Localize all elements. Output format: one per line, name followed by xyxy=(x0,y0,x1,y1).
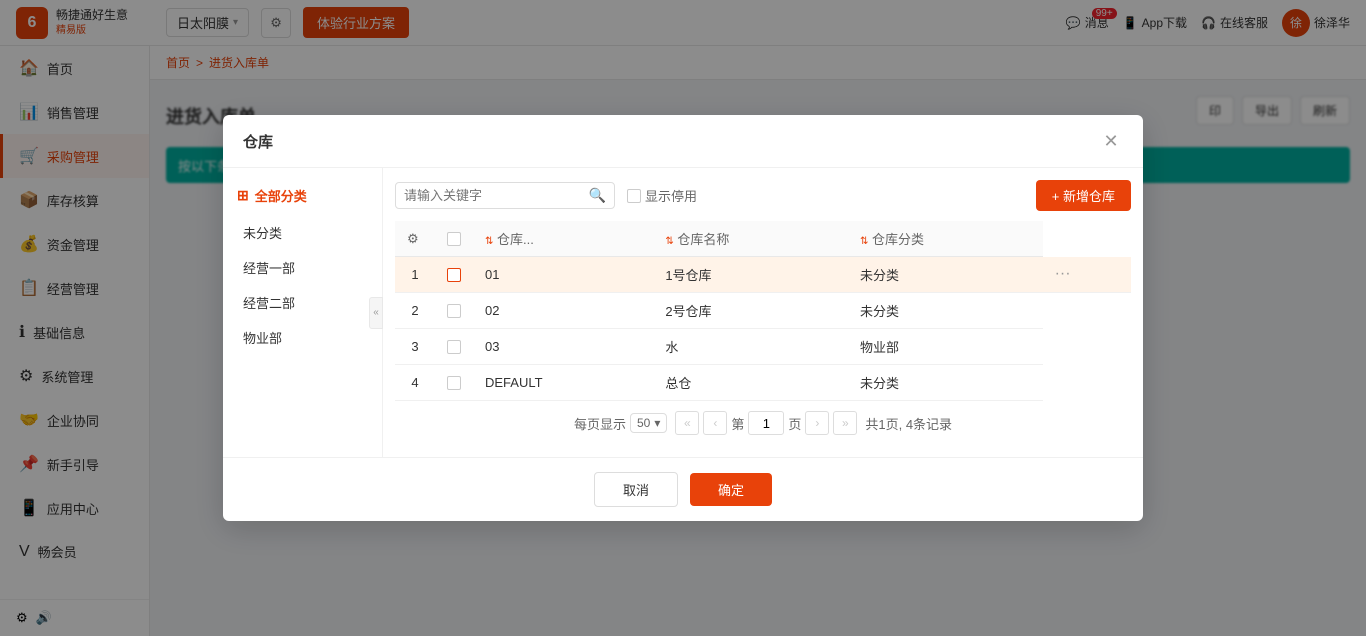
add-warehouse-button[interactable]: + 新增仓库 xyxy=(1036,180,1131,211)
row-category: 物业部 xyxy=(848,329,1043,365)
row-checkbox[interactable] xyxy=(435,365,473,401)
grid-icon: ⊞ xyxy=(237,187,249,204)
per-page-selector[interactable]: 50 ▾ xyxy=(630,413,667,433)
category-panel: ⊞ 全部分类 未分类 经营一部 经营二部 物业部 « xyxy=(223,168,383,457)
search-icon[interactable]: 🔍 xyxy=(589,187,606,204)
row-index: 4 xyxy=(395,365,435,401)
table-panel: 🔍 显示停用 + 新增仓库 ⚙ ⇅ 仓库... xyxy=(383,168,1143,457)
th-category-label: 仓库分类 xyxy=(872,232,924,247)
first-page-button[interactable]: « xyxy=(675,411,699,435)
prev-page-button[interactable]: ‹ xyxy=(703,411,727,435)
category-all[interactable]: ⊞ 全部分类 xyxy=(223,180,382,215)
dialog-body: ⊞ 全部分类 未分类 经营一部 经营二部 物业部 « 🔍 显示停用 xyxy=(223,168,1143,457)
row-code: 02 xyxy=(473,293,653,329)
row-code: DEFAULT xyxy=(473,365,653,401)
row-code: 03 xyxy=(473,329,653,365)
th-warehouse-code: ⇅ 仓库... xyxy=(473,221,653,257)
page-navigation: « ‹ 第 页 › » xyxy=(675,411,857,435)
row-category: 未分类 xyxy=(848,365,1043,401)
row-index: 2 xyxy=(395,293,435,329)
row-index: 3 xyxy=(395,329,435,365)
sort-icon-category: ⇅ xyxy=(860,236,868,247)
category-item-ops2[interactable]: 经营二部 xyxy=(223,285,382,320)
table-row[interactable]: 4 DEFAULT 总仓 未分类 xyxy=(395,365,1131,401)
th-code-label: 仓库... xyxy=(497,232,534,247)
row-category: 未分类 xyxy=(848,257,1043,293)
row-name: 1号仓库 xyxy=(653,257,848,293)
show-disabled-checkbox[interactable] xyxy=(627,189,641,203)
dialog-title: 仓库 xyxy=(243,131,273,152)
per-page-value: 50 xyxy=(637,416,650,430)
row-more-button[interactable]: ··· xyxy=(1055,265,1071,282)
show-disabled-text: 显示停用 xyxy=(645,186,697,205)
dialog-header: 仓库 ✕ xyxy=(223,115,1143,168)
row-name: 水 xyxy=(653,329,848,365)
show-disabled-label[interactable]: 显示停用 xyxy=(627,186,697,205)
page-unit: 页 xyxy=(788,414,801,433)
category-item-unclassified[interactable]: 未分类 xyxy=(223,215,382,250)
category-all-label: 全部分类 xyxy=(255,186,307,205)
row-code: 01 xyxy=(473,257,653,293)
category-item-ops1[interactable]: 经营一部 xyxy=(223,250,382,285)
row-index: 1 xyxy=(395,257,435,293)
sort-icon-name: ⇅ xyxy=(665,236,673,247)
dialog-footer: 取消 确定 xyxy=(223,457,1143,521)
chevron-down-icon-page: ▾ xyxy=(654,416,660,430)
th-name-label: 仓库名称 xyxy=(677,232,729,247)
warehouse-table: ⚙ ⇅ 仓库... ⇅ 仓库名称 ⇅ 仓库分类 xyxy=(395,221,1131,401)
category-item-property[interactable]: 物业部 xyxy=(223,320,382,355)
row-checkbox[interactable] xyxy=(435,257,473,293)
page-size-select: 每页显示 50 ▾ xyxy=(574,413,667,433)
sort-icon-code: ⇅ xyxy=(485,236,493,247)
row-category: 未分类 xyxy=(848,293,1043,329)
row-name: 总仓 xyxy=(653,365,848,401)
table-row[interactable]: 2 02 2号仓库 未分类 xyxy=(395,293,1131,329)
search-input[interactable] xyxy=(404,188,589,203)
table-row[interactable]: 3 03 水 物业部 xyxy=(395,329,1131,365)
dialog-close-button[interactable]: ✕ xyxy=(1099,129,1123,153)
warehouse-dialog: 仓库 ✕ ⊞ 全部分类 未分类 经营一部 经营二部 物业部 « 🔍 xyxy=(223,115,1143,521)
last-page-button[interactable]: » xyxy=(833,411,857,435)
search-box: 🔍 xyxy=(395,182,615,209)
table-row[interactable]: 1 01 1号仓库 未分类 ··· xyxy=(395,257,1131,293)
page-number-input[interactable] xyxy=(748,411,784,435)
th-warehouse-name: ⇅ 仓库名称 xyxy=(653,221,848,257)
page-label: 第 xyxy=(731,414,744,433)
per-page-label: 每页显示 xyxy=(574,414,626,433)
th-checkbox xyxy=(435,221,473,257)
next-page-button[interactable]: › xyxy=(805,411,829,435)
th-warehouse-category: ⇅ 仓库分类 xyxy=(848,221,1043,257)
cancel-button[interactable]: 取消 xyxy=(594,472,678,507)
row-checkbox[interactable] xyxy=(435,329,473,365)
total-records: 共1页, 4条记录 xyxy=(865,414,952,433)
row-name: 2号仓库 xyxy=(653,293,848,329)
confirm-button[interactable]: 确定 xyxy=(690,473,772,506)
th-settings: ⚙ xyxy=(395,221,435,257)
row-checkbox[interactable] xyxy=(435,293,473,329)
category-collapse-button[interactable]: « xyxy=(369,297,383,329)
pagination: 每页显示 50 ▾ « ‹ 第 页 › » 共1页, 4条记录 xyxy=(395,401,1131,445)
table-toolbar: 🔍 显示停用 + 新增仓库 xyxy=(395,180,1131,211)
